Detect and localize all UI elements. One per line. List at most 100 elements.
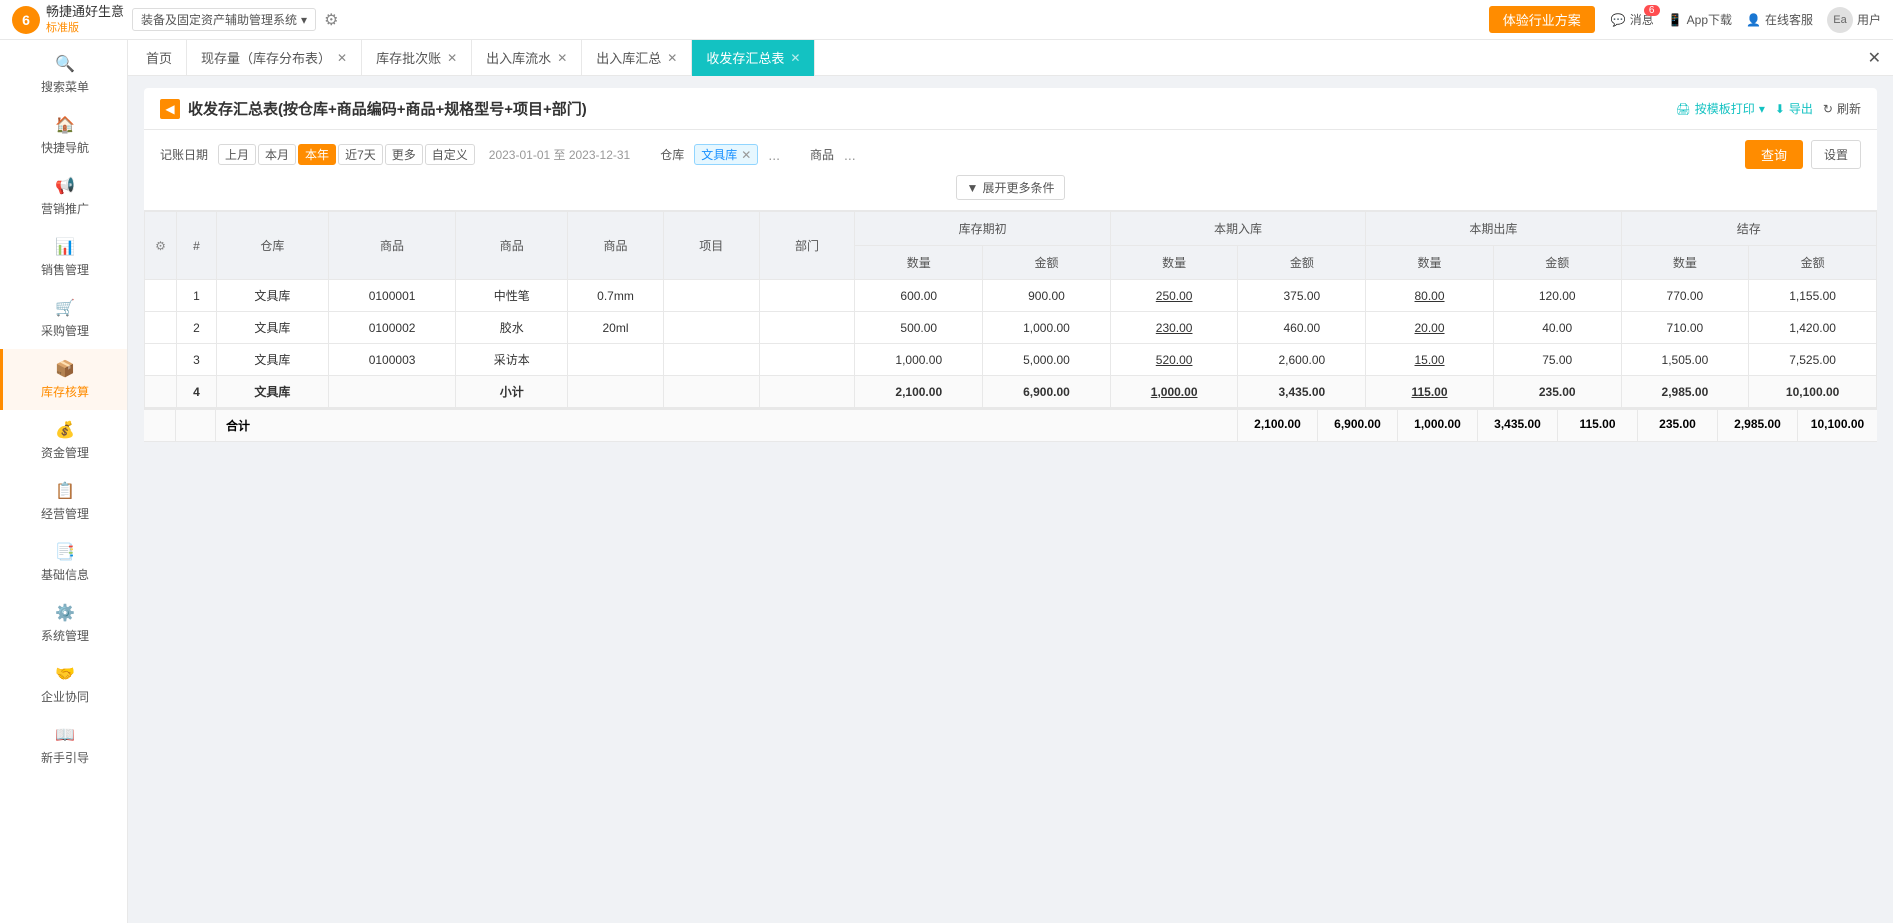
table-cell-in-qty-0[interactable]: 250.00 bbox=[1110, 280, 1238, 312]
sidebar-item-quick-nav[interactable]: 🏠 快捷导航 bbox=[0, 105, 127, 166]
sidebar-item-marketing[interactable]: 📢 营销推广 bbox=[0, 166, 127, 227]
tab-in-out-flow[interactable]: 出入库流水 ✕ bbox=[472, 40, 582, 76]
filter-settings-button[interactable]: 设置 bbox=[1811, 140, 1861, 169]
table-cell-out-qty-3[interactable]: 115.00 bbox=[1366, 376, 1494, 408]
tab-in-out-summary-close-icon[interactable]: ✕ bbox=[667, 52, 677, 64]
tab-batch-ledger-close-icon[interactable]: ✕ bbox=[447, 52, 457, 64]
query-button[interactable]: 查询 bbox=[1745, 140, 1803, 169]
table-cell-num-2: 3 bbox=[177, 344, 217, 376]
tab-batch-ledger[interactable]: 库存批次账 ✕ bbox=[362, 40, 472, 76]
table-cell-in-amount-0: 375.00 bbox=[1238, 280, 1366, 312]
online-service-nav-item[interactable]: 👤 在线客服 bbox=[1746, 11, 1813, 28]
refresh-button[interactable]: ↻ 刷新 bbox=[1823, 100, 1861, 117]
column-settings-icon[interactable]: ⚙ bbox=[155, 239, 166, 253]
sidebar-item-label: 快捷导航 bbox=[41, 139, 89, 156]
enterprise-icon: 🤝 bbox=[55, 664, 75, 684]
table-cell-in-qty-3[interactable]: 1,000.00 bbox=[1110, 376, 1238, 408]
tab-home[interactable]: 首页 bbox=[132, 40, 187, 76]
date-btn-this-year[interactable]: 本年 bbox=[298, 144, 336, 165]
table-cell-out-qty-0[interactable]: 80.00 bbox=[1366, 280, 1494, 312]
warehouse-tag-close-icon[interactable]: ✕ bbox=[741, 148, 751, 162]
th-opening-group: 库存期初 bbox=[855, 212, 1110, 246]
brand-name: 畅捷通好生意 bbox=[46, 4, 124, 20]
total-in-qty: 1,000.00 bbox=[1397, 410, 1477, 441]
expand-more-conditions-button[interactable]: ▼ 展开更多条件 bbox=[956, 175, 1066, 200]
table-cell-dept-1 bbox=[759, 312, 855, 344]
print-button[interactable]: 🖨 按模板打印 ▾ bbox=[1676, 100, 1765, 117]
table-cell-code-1: 0100002 bbox=[328, 312, 456, 344]
sidebar-item-purchase[interactable]: 🛒 采购管理 bbox=[0, 288, 127, 349]
date-btn-7days[interactable]: 近7天 bbox=[338, 144, 383, 165]
sidebar-item-finance[interactable]: 💰 资金管理 bbox=[0, 410, 127, 471]
trial-button[interactable]: 体验行业方案 bbox=[1489, 6, 1595, 33]
tab-in-out-summary[interactable]: 出入库汇总 ✕ bbox=[582, 40, 692, 76]
table-cell-opening-amount-0: 900.00 bbox=[983, 280, 1111, 312]
sidebar-item-search-menu[interactable]: 🔍 搜索菜单 bbox=[0, 44, 127, 105]
tab-inventory-dist-close-icon[interactable]: ✕ bbox=[337, 52, 347, 64]
tab-home-label: 首页 bbox=[146, 48, 172, 67]
table-cell-goods-1: 胶水 bbox=[456, 312, 568, 344]
inventory-icon: 📦 bbox=[55, 359, 75, 379]
online-service-label: 在线客服 bbox=[1765, 11, 1813, 28]
content-area: 首页 现存量（库存分布表） ✕ 库存批次账 ✕ 出入库流水 ✕ 出入库汇总 ✕ bbox=[128, 40, 1893, 923]
table-cell-opening-amount-1: 1,000.00 bbox=[983, 312, 1111, 344]
tab-recv-send-summary-close-icon[interactable]: ✕ bbox=[790, 52, 800, 64]
purchase-icon: 🛒 bbox=[55, 298, 75, 318]
tab-bar-close-button[interactable]: ✕ bbox=[1856, 48, 1893, 68]
table-cell-in-qty-1[interactable]: 230.00 bbox=[1110, 312, 1238, 344]
message-nav-item[interactable]: 💬 消息 6 bbox=[1611, 11, 1654, 28]
table-cell-out-qty-1[interactable]: 20.00 bbox=[1366, 312, 1494, 344]
app-container: 6 畅捷通好生意 标准版 装备及固定资产辅助管理系统 ▾ ⚙ 体验行业方案 💬 … bbox=[0, 0, 1893, 923]
sidebar-item-guide[interactable]: 📖 新手引导 bbox=[0, 715, 127, 776]
brand-logo: 6 bbox=[12, 6, 40, 34]
app-download-nav-item[interactable]: 📱 App下载 bbox=[1668, 11, 1732, 28]
sidebar-item-inventory[interactable]: 📦 库存核算 bbox=[0, 349, 127, 410]
tab-in-out-summary-label: 出入库汇总 bbox=[596, 48, 661, 67]
table-cell-warehouse-3: 文具库 bbox=[217, 376, 329, 408]
table-cell-in-qty-2[interactable]: 520.00 bbox=[1110, 344, 1238, 376]
filter-row-1: 记账日期 上月 本月 本年 近7天 更多 自定义 2023-01-01 至 20… bbox=[160, 140, 1861, 169]
table-cell-code-2: 0100003 bbox=[328, 344, 456, 376]
user-nav-item[interactable]: Ea 用户 bbox=[1827, 7, 1881, 33]
th-in-amount: 金额 bbox=[1238, 246, 1366, 280]
sidebar-item-operations[interactable]: 📋 经营管理 bbox=[0, 471, 127, 532]
sidebar-item-system[interactable]: ⚙️ 系统管理 bbox=[0, 593, 127, 654]
tab-in-out-flow-label: 出入库流水 bbox=[486, 48, 551, 67]
table-cell-dept-3 bbox=[759, 376, 855, 408]
settings-icon[interactable]: ⚙ bbox=[324, 10, 338, 30]
export-button[interactable]: ⬇ 导出 bbox=[1775, 100, 1813, 117]
table-cell-num-1: 2 bbox=[177, 312, 217, 344]
sidebar-item-sales[interactable]: 📊 销售管理 bbox=[0, 227, 127, 288]
table-cell-opening-qty-2: 1,000.00 bbox=[855, 344, 983, 376]
toggle-arrow-button[interactable]: ◀ bbox=[160, 99, 180, 119]
sidebar-item-base-info[interactable]: 📑 基础信息 bbox=[0, 532, 127, 593]
sidebar-item-enterprise[interactable]: 🤝 企业协同 bbox=[0, 654, 127, 715]
table-cell-balance-amount-1: 1,420.00 bbox=[1749, 312, 1877, 344]
quick-nav-icon: 🏠 bbox=[55, 115, 75, 135]
total-values: 2,100.00 6,900.00 1,000.00 3,435.00 115.… bbox=[1237, 410, 1877, 441]
goods-more-icon[interactable]: ... bbox=[844, 147, 856, 163]
operations-icon: 📋 bbox=[55, 481, 75, 501]
table-cell-num-3: 4 bbox=[177, 376, 217, 408]
tab-in-out-flow-close-icon[interactable]: ✕ bbox=[557, 52, 567, 64]
date-btn-last-month[interactable]: 上月 bbox=[218, 144, 256, 165]
date-range-text: 2023-01-01 至 2023-12-31 bbox=[489, 146, 630, 163]
table-cell-code-3 bbox=[328, 376, 456, 408]
table-cell-spec-3 bbox=[568, 376, 664, 408]
page-header: ◀ 收发存汇总表(按仓库+商品编码+商品+规格型号+项目+部门) 🖨 按模板打印… bbox=[144, 88, 1877, 130]
date-btn-custom[interactable]: 自定义 bbox=[425, 144, 475, 165]
table-cell-out-qty-2[interactable]: 15.00 bbox=[1366, 344, 1494, 376]
tab-inventory-dist[interactable]: 现存量（库存分布表） ✕ bbox=[187, 40, 362, 76]
date-btn-more[interactable]: 更多 bbox=[385, 144, 423, 165]
th-in-qty: 数量 bbox=[1110, 246, 1238, 280]
tab-recv-send-summary[interactable]: 收发存汇总表 ✕ bbox=[692, 40, 815, 76]
total-balance-qty: 2,985.00 bbox=[1717, 410, 1797, 441]
export-label: 导出 bbox=[1789, 100, 1813, 117]
table-cell-settings-3 bbox=[145, 376, 177, 408]
warehouse-more-icon[interactable]: ... bbox=[768, 147, 780, 163]
tab-recv-send-summary-label: 收发存汇总表 bbox=[706, 48, 784, 67]
date-btn-this-month[interactable]: 本月 bbox=[258, 144, 296, 165]
user-label: 用户 bbox=[1857, 11, 1881, 28]
system-title-dropdown[interactable]: 装备及固定资产辅助管理系统 ▾ bbox=[132, 8, 316, 31]
th-num: # bbox=[177, 212, 217, 280]
